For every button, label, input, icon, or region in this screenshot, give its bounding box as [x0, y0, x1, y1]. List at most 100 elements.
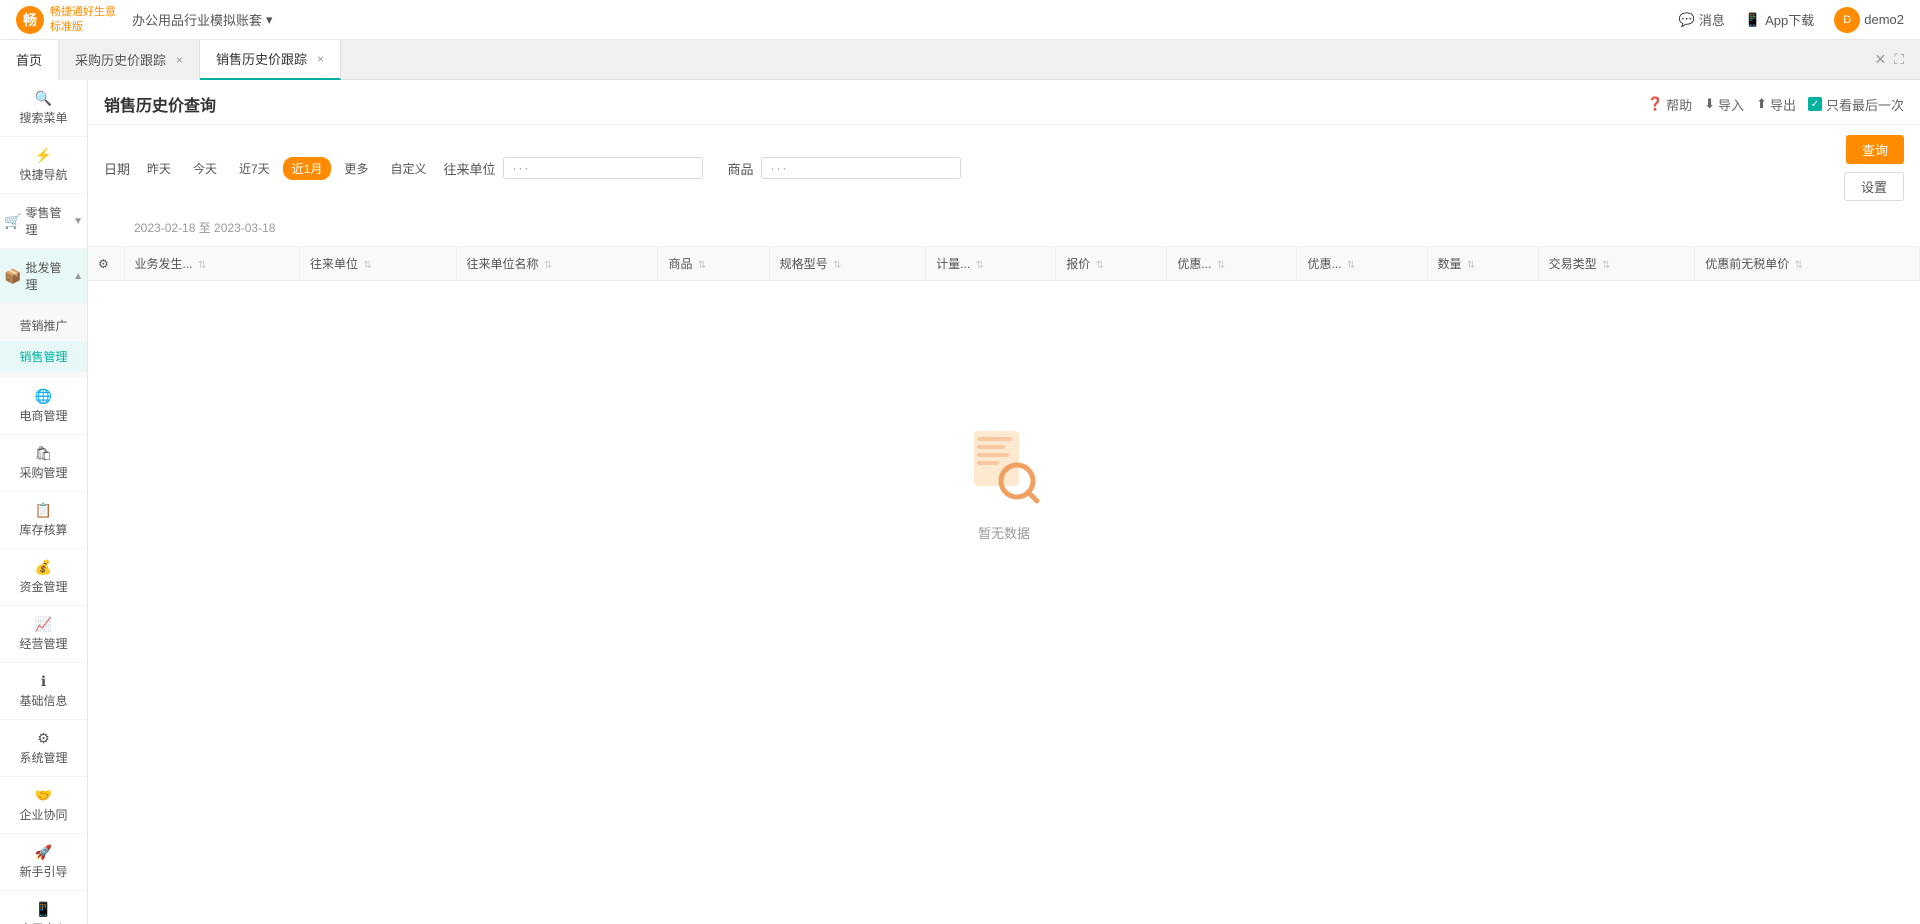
empty-text: 暂无数据 — [978, 523, 1030, 542]
sidebar-item-label: 电商管理 — [19, 407, 67, 424]
sidebar-sub-item-marketing[interactable]: 营销推广 — [0, 310, 87, 341]
sidebar-item-wholesale-mgmt[interactable]: 📦 批发管理 ▲ — [0, 249, 87, 304]
clipboard-icon: 📋 — [35, 502, 52, 519]
user-menu[interactable]: D demo2 — [1834, 7, 1904, 33]
sidebar-item-label: 经营管理 — [19, 635, 67, 652]
tab-purchase-history-label: 采购历史价跟踪 — [75, 50, 166, 69]
tab-right-actions: ✕ ⛶ — [1874, 51, 1920, 68]
th-quantity[interactable]: 数量 ⇅ — [1427, 247, 1538, 281]
sort-icon-counterpart-code: ⇅ — [363, 260, 371, 271]
app-selector[interactable]: 办公用品行业模拟账套 ▾ — [132, 10, 273, 29]
sidebar-item-enterprise-coop[interactable]: 🤝 企业协同 — [0, 777, 87, 834]
sidebar-item-new-guide[interactable]: 🚀 新手引导 — [0, 834, 87, 891]
sidebar: 🔍 搜索菜单 ⚡ 快捷导航 🛒 零售管理 ▼ 📦 批发管理 ▲ 营销推广 销售管… — [0, 80, 88, 924]
tab-purchase-history-close[interactable]: × — [176, 53, 183, 67]
only-last-label: 只看最后一次 — [1826, 95, 1904, 114]
sidebar-item-retail-mgmt[interactable]: 🛒 零售管理 ▼ — [0, 194, 87, 249]
counterpart-input[interactable]: ··· — [503, 157, 703, 179]
th-discount1[interactable]: 优惠... ⇅ — [1167, 247, 1297, 281]
sidebar-item-quick-nav[interactable]: ⚡ 快捷导航 — [0, 137, 87, 194]
message-button[interactable]: 💬 消息 — [1679, 10, 1725, 29]
box-icon: 📦 — [4, 268, 21, 285]
cart-icon: 🛒 — [4, 213, 21, 230]
date-btn-yesterday[interactable]: 昨天 — [138, 157, 180, 180]
empty-illustration — [959, 421, 1049, 511]
th-biz-date[interactable]: 业务发生... ⇅ — [124, 247, 299, 281]
product-dots: ··· — [770, 161, 788, 175]
sidebar-item-app-center[interactable]: 📱 应用中心 — [0, 891, 87, 924]
date-btn-custom[interactable]: 自定义 — [381, 157, 435, 180]
main-layout: 🔍 搜索菜单 ⚡ 快捷导航 🛒 零售管理 ▼ 📦 批发管理 ▲ 营销推广 销售管… — [0, 80, 1920, 924]
close-all-tabs-button[interactable]: ✕ — [1874, 51, 1886, 68]
th-product[interactable]: 商品 ⇅ — [658, 247, 769, 281]
logo-text: 畅捷通好生意 标准版 — [50, 5, 116, 34]
date-btn-last1month[interactable]: 近1月 — [283, 157, 332, 180]
th-gear: ⚙ — [88, 247, 124, 281]
tabbar: 首页 采购历史价跟踪 × 销售历史价跟踪 × ✕ ⛶ — [0, 40, 1920, 80]
settings-icon[interactable]: ⚙ — [98, 257, 109, 271]
only-last-checkbox[interactable]: ✓ — [1808, 97, 1822, 111]
filter-area: 日期 昨天 今天 近7天 近1月 更多 自定义 往来单位 ··· — [88, 125, 1920, 247]
sort-icon-discount1: ⇅ — [1217, 260, 1225, 271]
globe-icon: 🌐 — [35, 388, 52, 405]
topbar-left: 畅 畅捷通好生意 标准版 办公用品行业模拟账套 ▾ — [16, 5, 273, 34]
tab-sales-history[interactable]: 销售历史价跟踪 × — [200, 40, 341, 80]
logo-area: 畅 畅捷通好生意 标准版 — [16, 5, 116, 34]
app-download-button[interactable]: 📱 App下载 — [1745, 10, 1814, 29]
product-filter: 商品 ··· — [727, 157, 961, 179]
sidebar-item-system-mgmt[interactable]: ⚙ 系统管理 — [0, 720, 87, 777]
sort-icon-quote: ⇅ — [1096, 260, 1104, 271]
th-quote[interactable]: 报价 ⇅ — [1056, 247, 1167, 281]
search-icon: 🔍 — [35, 90, 52, 107]
import-button[interactable]: ⬇ 导入 — [1704, 95, 1744, 114]
counterpart-label: 往来单位 — [443, 159, 495, 178]
setting-button[interactable]: 设置 — [1844, 172, 1904, 201]
th-discount2[interactable]: 优惠... ⇅ — [1297, 247, 1427, 281]
date-btn-more[interactable]: 更多 — [335, 157, 377, 180]
sidebar-item-ops-mgmt[interactable]: 📈 经营管理 — [0, 606, 87, 663]
money-icon: 💰 — [35, 559, 52, 576]
sidebar-item-label: 采购管理 — [19, 464, 67, 481]
handshake-icon: 🤝 — [35, 787, 52, 804]
counterpart-filter: 往来单位 ··· — [443, 157, 703, 179]
sidebar-item-search-menu[interactable]: 🔍 搜索菜单 — [0, 80, 87, 137]
th-spec[interactable]: 规格型号 ⇅ — [769, 247, 926, 281]
sort-icon-unit: ⇅ — [976, 260, 984, 271]
sidebar-item-label: 搜索菜单 — [19, 109, 67, 126]
date-label: 日期 — [104, 159, 130, 178]
th-counterpart-code[interactable]: 往来单位 ⇅ — [299, 247, 456, 281]
th-pretax-price[interactable]: 优惠前无税单价 ⇅ — [1695, 247, 1920, 281]
sidebar-item-inventory[interactable]: 📋 库存核算 — [0, 492, 87, 549]
sidebar-item-purchase-mgmt[interactable]: 🛍 采购管理 — [0, 435, 87, 492]
sidebar-item-finance-mgmt[interactable]: 💰 资金管理 — [0, 549, 87, 606]
filter-right-actions: 查询 设置 — [1844, 135, 1904, 201]
tab-home[interactable]: 首页 — [0, 40, 59, 80]
page-header: 销售历史价查询 ❓ 帮助 ⬇ 导入 ⬆ 导出 ✓ 只看最后一次 — [88, 80, 1920, 125]
sidebar-item-basic-info[interactable]: ℹ 基础信息 — [0, 663, 87, 720]
tab-sales-history-close[interactable]: × — [317, 52, 324, 66]
help-button[interactable]: ❓ 帮助 — [1647, 95, 1692, 114]
sidebar-sub-item-sales-mgmt[interactable]: 销售管理 — [0, 341, 87, 372]
content-area: 销售历史价查询 ❓ 帮助 ⬇ 导入 ⬆ 导出 ✓ 只看最后一次 — [88, 80, 1920, 924]
query-button[interactable]: 查询 — [1846, 135, 1904, 164]
sidebar-item-label: 库存核算 — [19, 521, 67, 538]
sidebar-item-ecommerce-mgmt[interactable]: 🌐 电商管理 — [0, 378, 87, 435]
date-filter: 日期 昨天 今天 近7天 近1月 更多 自定义 — [104, 157, 435, 180]
sort-icon-discount2: ⇅ — [1347, 260, 1355, 271]
date-options: 昨天 今天 近7天 近1月 更多 自定义 — [138, 157, 435, 180]
only-last-checkbox-area[interactable]: ✓ 只看最后一次 — [1808, 95, 1904, 114]
date-btn-last7days[interactable]: 近7天 — [230, 157, 279, 180]
fullscreen-button[interactable]: ⛶ — [1894, 51, 1904, 68]
product-input[interactable]: ··· — [761, 157, 961, 179]
date-btn-today[interactable]: 今天 — [184, 157, 226, 180]
export-button[interactable]: ⬆ 导出 — [1756, 95, 1796, 114]
page-actions: ❓ 帮助 ⬇ 导入 ⬆ 导出 ✓ 只看最后一次 — [1647, 95, 1904, 114]
th-unit[interactable]: 计量... ⇅ — [926, 247, 1056, 281]
tab-home-label: 首页 — [16, 50, 42, 69]
bag-icon: 🛍 — [35, 445, 53, 462]
tab-purchase-history[interactable]: 采购历史价跟踪 × — [59, 40, 200, 80]
sort-icon-biz-date: ⇅ — [198, 260, 206, 271]
th-counterpart-name[interactable]: 往来单位名称 ⇅ — [456, 247, 658, 281]
th-trade-type[interactable]: 交易类型 ⇅ — [1538, 247, 1695, 281]
table-wrap: ⚙ 业务发生... ⇅ 往来单位 ⇅ 往来单位名称 ⇅ — [88, 247, 1920, 281]
